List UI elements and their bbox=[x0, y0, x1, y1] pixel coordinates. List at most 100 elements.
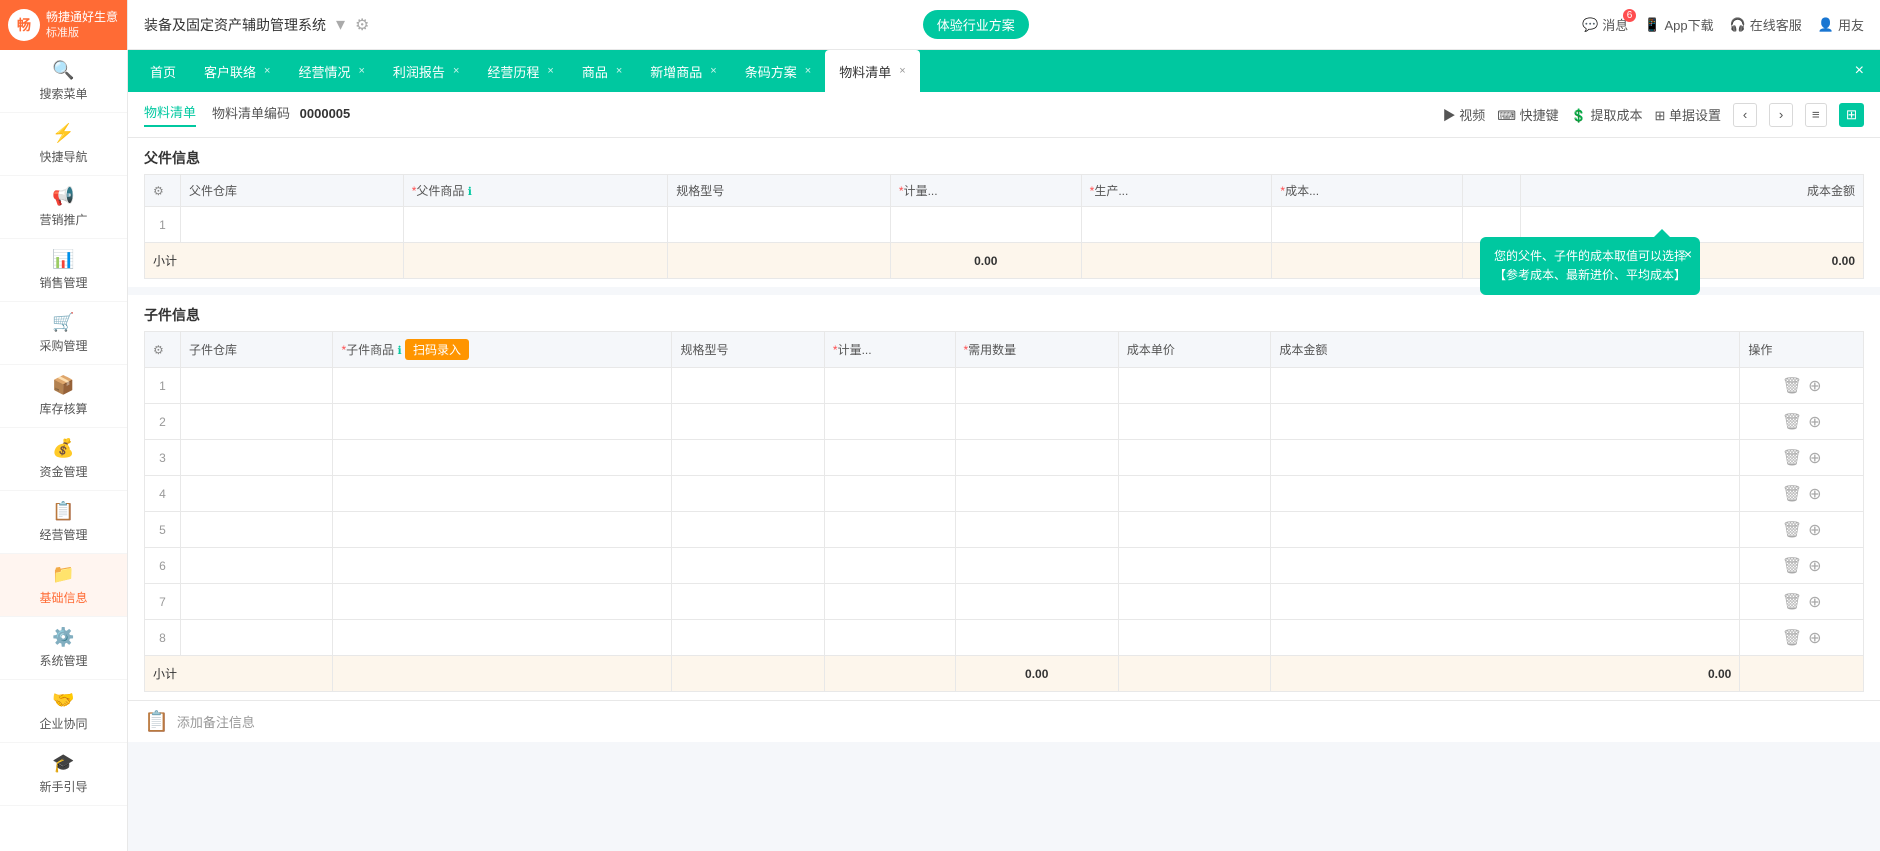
tooltip-close-btn[interactable]: × bbox=[1684, 243, 1692, 265]
prev-page-btn[interactable]: ‹ bbox=[1733, 103, 1757, 127]
child-unit-cost-3[interactable] bbox=[1118, 440, 1270, 476]
sidebar-item-3[interactable]: 📊销售管理 bbox=[0, 239, 127, 302]
next-page-btn[interactable]: › bbox=[1769, 103, 1793, 127]
nav-tab-5[interactable]: 商品× bbox=[568, 50, 636, 92]
try-button[interactable]: 体验行业方案 bbox=[923, 10, 1029, 39]
nav-tab-0[interactable]: 首页 bbox=[136, 50, 190, 92]
view-video[interactable]: ▶ 视频 bbox=[1443, 105, 1486, 124]
child-needed-3[interactable] bbox=[955, 440, 1118, 476]
online-service-item[interactable]: 🎧 在线客服 bbox=[1730, 15, 1802, 34]
child-product-3[interactable] bbox=[333, 440, 672, 476]
gear-icon-child[interactable]: ⚙ bbox=[153, 343, 164, 357]
nav-tab-2[interactable]: 经营情况× bbox=[284, 50, 378, 92]
child-warehouse-3[interactable] bbox=[181, 440, 333, 476]
scan-button[interactable]: 扫码录入 bbox=[405, 339, 469, 360]
nav-tab-close-8[interactable]: × bbox=[899, 65, 905, 77]
copy-icon-8[interactable]: ⊕ bbox=[1808, 628, 1821, 648]
delete-icon-6[interactable]: 🗑 bbox=[1782, 556, 1802, 576]
child-spec-3[interactable] bbox=[672, 440, 824, 476]
child-qty-8[interactable] bbox=[824, 620, 955, 656]
child-unit-cost-5[interactable] bbox=[1118, 512, 1270, 548]
sidebar-item-9[interactable]: ⚙️系统管理 bbox=[0, 617, 127, 680]
message-icon-item[interactable]: 💬 消息 6 bbox=[1582, 15, 1628, 34]
nav-tab-close-5[interactable]: × bbox=[616, 65, 622, 77]
child-needed-1[interactable] bbox=[955, 368, 1118, 404]
child-product-4[interactable] bbox=[333, 476, 672, 512]
copy-icon-3[interactable]: ⊕ bbox=[1808, 448, 1821, 468]
child-cost-amount-8[interactable] bbox=[1271, 620, 1740, 656]
parent-product-1[interactable] bbox=[403, 207, 668, 243]
child-cost-amount-4[interactable] bbox=[1271, 476, 1740, 512]
copy-icon-6[interactable]: ⊕ bbox=[1808, 556, 1821, 576]
delete-icon-5[interactable]: 🗑 bbox=[1782, 520, 1802, 540]
child-needed-6[interactable] bbox=[955, 548, 1118, 584]
child-spec-4[interactable] bbox=[672, 476, 824, 512]
child-unit-cost-1[interactable] bbox=[1118, 368, 1270, 404]
parent-qty-1[interactable] bbox=[890, 207, 1081, 243]
child-warehouse-6[interactable] bbox=[181, 548, 333, 584]
list-view-btn[interactable]: ≡ bbox=[1805, 103, 1827, 127]
sidebar-item-0[interactable]: 🔍搜索菜单 bbox=[0, 50, 127, 113]
child-qty-7[interactable] bbox=[824, 584, 955, 620]
copy-icon-2[interactable]: ⊕ bbox=[1808, 412, 1821, 432]
parent-cost-1[interactable] bbox=[1272, 207, 1463, 243]
settings-icon[interactable]: ⚙ bbox=[355, 15, 369, 35]
child-cost-amount-5[interactable] bbox=[1271, 512, 1740, 548]
sidebar-item-10[interactable]: 🤝企业协同 bbox=[0, 680, 127, 743]
gear-icon-parent[interactable]: ⚙ bbox=[153, 184, 164, 198]
sidebar-item-8[interactable]: 📁基础信息 bbox=[0, 554, 127, 617]
parent-spec-1[interactable] bbox=[668, 207, 891, 243]
child-cost-amount-2[interactable] bbox=[1271, 404, 1740, 440]
child-product-7[interactable] bbox=[333, 584, 672, 620]
nav-tab-close-6[interactable]: × bbox=[710, 65, 716, 77]
child-spec-5[interactable] bbox=[672, 512, 824, 548]
child-spec-1[interactable] bbox=[672, 368, 824, 404]
sidebar-item-6[interactable]: 💰资金管理 bbox=[0, 428, 127, 491]
child-needed-7[interactable] bbox=[955, 584, 1118, 620]
child-needed-4[interactable] bbox=[955, 476, 1118, 512]
child-qty-2[interactable] bbox=[824, 404, 955, 440]
nav-tab-3[interactable]: 利润报告× bbox=[379, 50, 473, 92]
extract-cost[interactable]: 💲 提取成本 bbox=[1571, 105, 1643, 124]
user-item[interactable]: 👤 用友 bbox=[1818, 15, 1864, 34]
child-warehouse-7[interactable] bbox=[181, 584, 333, 620]
nav-tab-4[interactable]: 经营历程× bbox=[473, 50, 567, 92]
delete-icon-3[interactable]: 🗑 bbox=[1782, 448, 1802, 468]
bottom-text[interactable]: 添加备注信息 bbox=[177, 712, 255, 731]
nav-tab-close-7[interactable]: × bbox=[805, 65, 811, 77]
dropdown-icon[interactable]: ▾ bbox=[336, 14, 345, 35]
child-warehouse-8[interactable] bbox=[181, 620, 333, 656]
delete-icon-8[interactable]: 🗑 bbox=[1782, 628, 1802, 648]
child-needed-5[interactable] bbox=[955, 512, 1118, 548]
delete-icon-2[interactable]: 🗑 bbox=[1782, 412, 1802, 432]
child-warehouse-2[interactable] bbox=[181, 404, 333, 440]
child-unit-cost-2[interactable] bbox=[1118, 404, 1270, 440]
child-unit-cost-7[interactable] bbox=[1118, 584, 1270, 620]
parent-produce-1[interactable] bbox=[1081, 207, 1272, 243]
child-product-5[interactable] bbox=[333, 512, 672, 548]
nav-tab-8[interactable]: 物料清单× bbox=[825, 50, 919, 92]
child-qty-4[interactable] bbox=[824, 476, 955, 512]
grid-view-btn[interactable]: ⊞ bbox=[1839, 103, 1864, 127]
copy-icon-7[interactable]: ⊕ bbox=[1808, 592, 1821, 612]
app-download-item[interactable]: 📱 App下载 bbox=[1644, 15, 1713, 34]
child-qty-3[interactable] bbox=[824, 440, 955, 476]
copy-icon-1[interactable]: ⊕ bbox=[1808, 376, 1821, 396]
child-spec-7[interactable] bbox=[672, 584, 824, 620]
child-product-6[interactable] bbox=[333, 548, 672, 584]
child-cost-amount-1[interactable] bbox=[1271, 368, 1740, 404]
child-warehouse-1[interactable] bbox=[181, 368, 333, 404]
sidebar-item-2[interactable]: 📢营销推广 bbox=[0, 176, 127, 239]
child-qty-5[interactable] bbox=[824, 512, 955, 548]
sub-tab-bill-of-materials[interactable]: 物料清单 bbox=[144, 102, 196, 127]
child-unit-cost-8[interactable] bbox=[1118, 620, 1270, 656]
child-unit-cost-6[interactable] bbox=[1118, 548, 1270, 584]
child-needed-8[interactable] bbox=[955, 620, 1118, 656]
nav-tab-close-3[interactable]: × bbox=[453, 65, 459, 77]
copy-icon-4[interactable]: ⊕ bbox=[1808, 484, 1821, 504]
delete-icon-1[interactable]: 🗑 bbox=[1782, 376, 1802, 396]
delete-icon-4[interactable]: 🗑 bbox=[1782, 484, 1802, 504]
nav-tab-close-2[interactable]: × bbox=[358, 65, 364, 77]
child-spec-6[interactable] bbox=[672, 548, 824, 584]
child-spec-2[interactable] bbox=[672, 404, 824, 440]
